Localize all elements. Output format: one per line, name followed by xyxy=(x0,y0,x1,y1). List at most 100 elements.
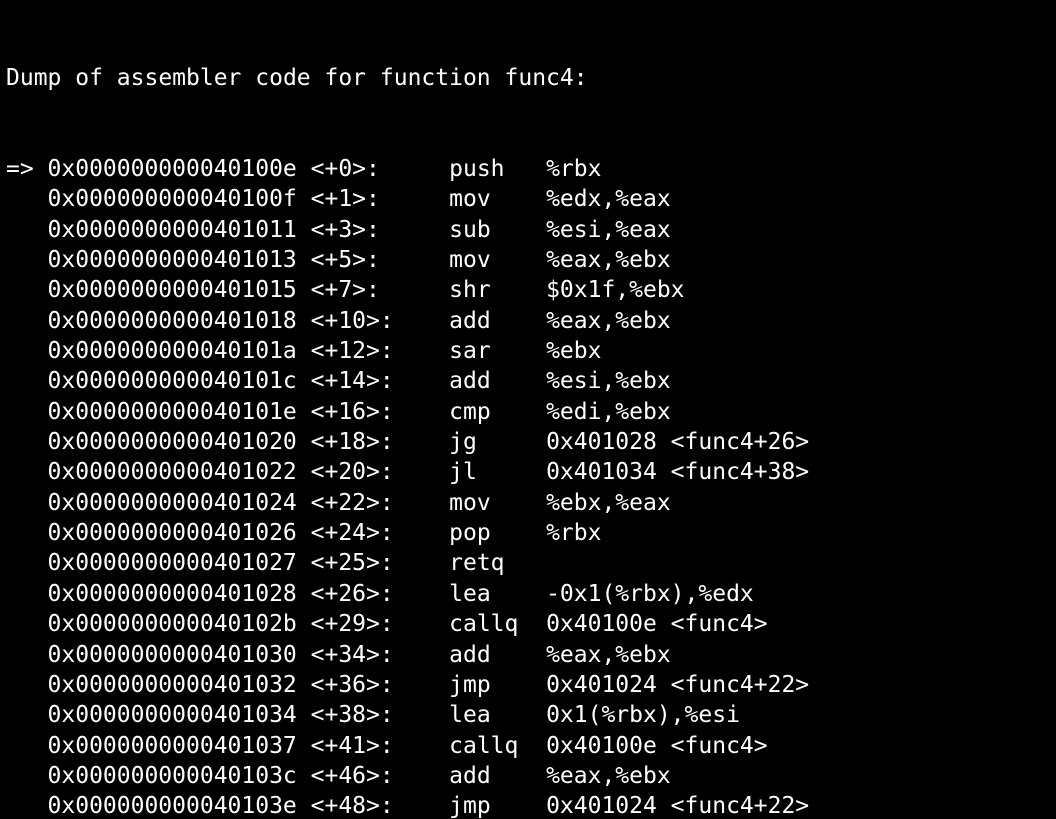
indent xyxy=(34,215,48,245)
disassembly-listing: => 0x000000000040100e <+0>: push %rbx 0x… xyxy=(6,154,1050,819)
line-pad xyxy=(6,640,34,670)
instruction-offset: <+38>: xyxy=(311,700,408,730)
instruction-address: 0x0000000000401026 xyxy=(48,518,297,548)
spacer xyxy=(408,793,450,819)
spacer xyxy=(297,156,311,182)
indent xyxy=(34,245,48,275)
spacer xyxy=(408,217,450,243)
instruction-operands: -0x1(%rbx),%edx xyxy=(546,579,754,609)
disassembly-line: 0x000000000040101e <+16>: cmp %edi,%ebx xyxy=(6,397,1050,427)
disassembly-line: 0x0000000000401013 <+5>: mov %eax,%ebx xyxy=(6,245,1050,275)
indent xyxy=(34,336,48,366)
indent xyxy=(34,609,48,639)
instruction-address: 0x000000000040101c xyxy=(48,366,297,396)
instruction-address: 0x0000000000401032 xyxy=(48,670,297,700)
instruction-operands: %eax,%ebx xyxy=(546,245,671,275)
line-pad xyxy=(6,488,34,518)
instruction-mnemonic: lea xyxy=(449,700,546,730)
disassembly-line: 0x000000000040101a <+12>: sar %ebx xyxy=(6,336,1050,366)
spacer xyxy=(408,247,450,273)
spacer xyxy=(408,581,450,607)
instruction-offset: <+26>: xyxy=(311,579,408,609)
instruction-address: 0x0000000000401030 xyxy=(48,640,297,670)
instruction-address: 0x000000000040101a xyxy=(48,336,297,366)
instruction-address: 0x000000000040102b xyxy=(48,609,297,639)
indent xyxy=(34,791,48,819)
line-pad xyxy=(6,518,34,548)
current-instruction-arrow-icon: => xyxy=(6,154,34,184)
instruction-address: 0x0000000000401018 xyxy=(48,306,297,336)
spacer xyxy=(408,702,450,728)
spacer xyxy=(297,550,311,576)
disassembly-line: 0x0000000000401030 <+34>: add %eax,%ebx xyxy=(6,640,1050,670)
instruction-mnemonic: sar xyxy=(449,336,546,366)
spacer xyxy=(297,399,311,425)
instruction-mnemonic: add xyxy=(449,761,546,791)
spacer xyxy=(297,459,311,485)
indent xyxy=(34,397,48,427)
spacer xyxy=(297,490,311,516)
disassembly-line: 0x0000000000401037 <+41>: callq 0x40100e… xyxy=(6,731,1050,761)
spacer xyxy=(408,611,450,637)
instruction-mnemonic: jl xyxy=(449,457,546,487)
spacer xyxy=(297,338,311,364)
indent xyxy=(34,518,48,548)
instruction-mnemonic: add xyxy=(449,640,546,670)
spacer xyxy=(408,338,450,364)
instruction-mnemonic: shr xyxy=(449,275,546,305)
instruction-operands: %ebx xyxy=(546,336,601,366)
line-pad xyxy=(6,579,34,609)
instruction-offset: <+16>: xyxy=(311,397,408,427)
instruction-offset: <+20>: xyxy=(311,457,408,487)
indent xyxy=(34,366,48,396)
spacer xyxy=(408,186,450,212)
instruction-mnemonic: add xyxy=(449,306,546,336)
instruction-offset: <+18>: xyxy=(311,427,408,457)
indent xyxy=(34,700,48,730)
disassembly-line: 0x0000000000401032 <+36>: jmp 0x401024 <… xyxy=(6,670,1050,700)
spacer xyxy=(297,217,311,243)
disassembly-header: Dump of assembler code for function func… xyxy=(6,63,1050,93)
spacer xyxy=(408,763,450,789)
spacer xyxy=(297,186,311,212)
line-pad xyxy=(6,670,34,700)
instruction-address: 0x0000000000401027 xyxy=(48,548,297,578)
terminal-output: Dump of assembler code for function func… xyxy=(0,0,1056,819)
spacer xyxy=(408,156,450,182)
indent xyxy=(34,154,48,184)
instruction-operands: 0x401024 <func4+22> xyxy=(546,791,809,819)
instruction-offset: <+48>: xyxy=(311,791,408,819)
indent xyxy=(34,670,48,700)
instruction-address: 0x0000000000401028 xyxy=(48,579,297,609)
instruction-mnemonic: add xyxy=(449,366,546,396)
instruction-mnemonic: push xyxy=(449,154,546,184)
instruction-offset: <+0>: xyxy=(311,154,408,184)
instruction-operands: %esi,%ebx xyxy=(546,366,671,396)
spacer xyxy=(408,368,450,394)
spacer xyxy=(297,642,311,668)
instruction-address: 0x0000000000401020 xyxy=(48,427,297,457)
instruction-offset: <+25>: xyxy=(311,548,408,578)
instruction-offset: <+29>: xyxy=(311,609,408,639)
instruction-operands: 0x401034 <func4+38> xyxy=(546,457,809,487)
instruction-offset: <+36>: xyxy=(311,670,408,700)
indent xyxy=(34,427,48,457)
instruction-operands: %esi,%eax xyxy=(546,215,671,245)
spacer xyxy=(408,642,450,668)
disassembly-line: 0x0000000000401026 <+24>: pop %rbx xyxy=(6,518,1050,548)
instruction-address: 0x0000000000401034 xyxy=(48,700,297,730)
spacer xyxy=(408,308,450,334)
spacer xyxy=(408,429,450,455)
instruction-operands: %edx,%eax xyxy=(546,184,671,214)
line-pad xyxy=(6,275,34,305)
instruction-operands: 0x401028 <func4+26> xyxy=(546,427,809,457)
spacer xyxy=(297,368,311,394)
spacer xyxy=(297,672,311,698)
indent xyxy=(34,640,48,670)
disassembly-line: 0x0000000000401020 <+18>: jg 0x401028 <f… xyxy=(6,427,1050,457)
indent xyxy=(34,184,48,214)
spacer xyxy=(297,702,311,728)
spacer xyxy=(408,459,450,485)
instruction-mnemonic: callq xyxy=(449,731,546,761)
instruction-mnemonic: callq xyxy=(449,609,546,639)
